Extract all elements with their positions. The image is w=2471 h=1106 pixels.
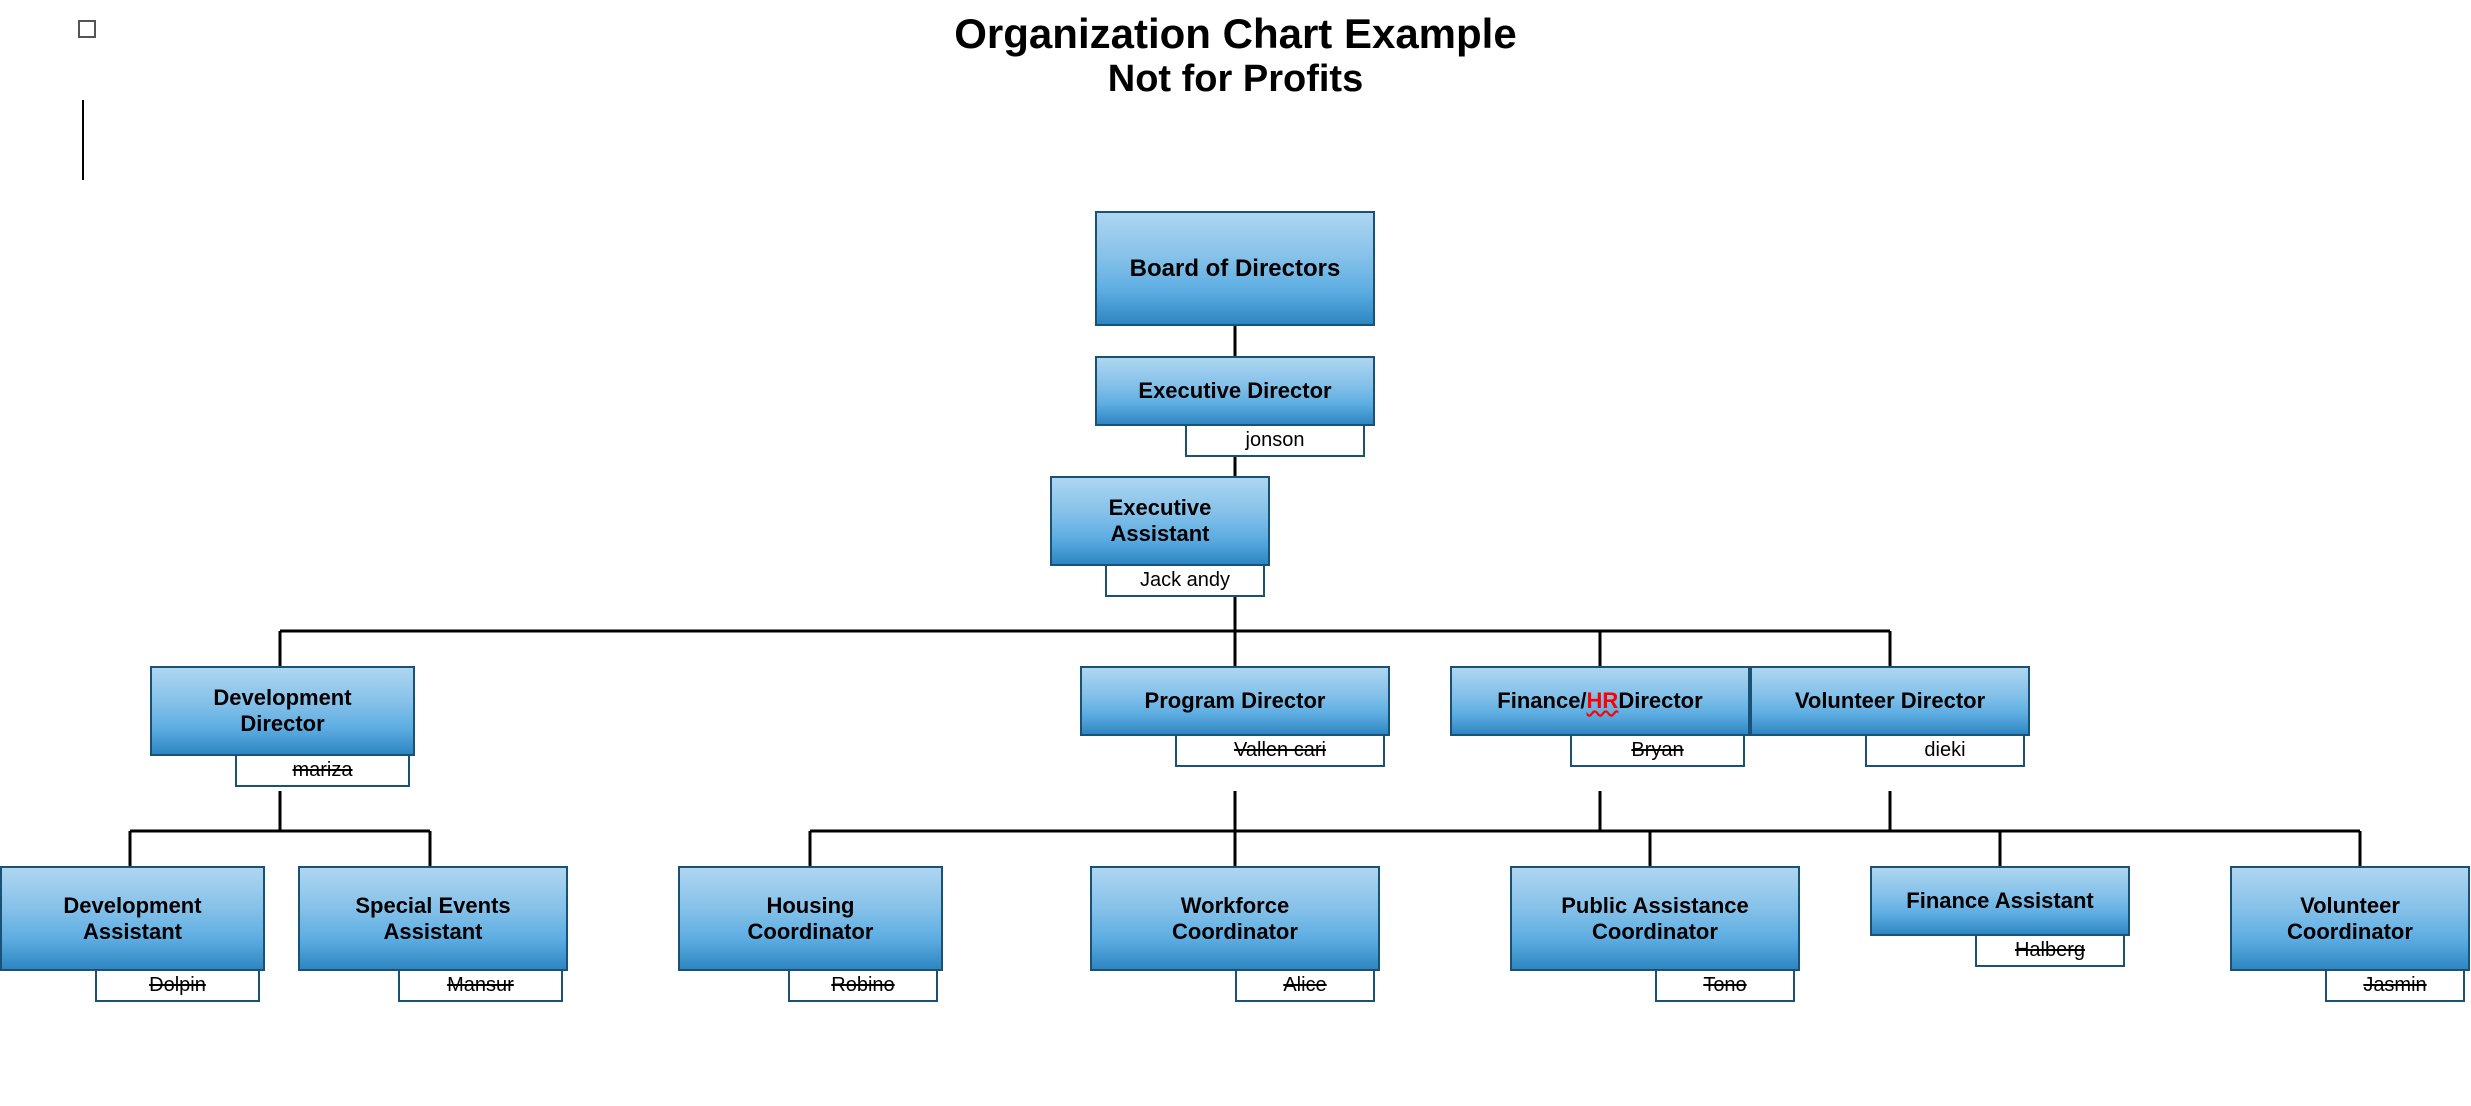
spec-events-box[interactable]: Special EventsAssistant [298,866,568,971]
exec-asst-name[interactable]: Jack andy [1105,564,1265,597]
exec-dir-label: Executive Director [1138,378,1331,404]
vol-coord-name[interactable]: Jasmin [2325,969,2465,1002]
vol-coord-box[interactable]: VolunteerCoordinator [2230,866,2470,971]
fin-dir-box[interactable]: Finance/HRDirector [1450,666,1750,736]
vol-dir-label: Volunteer Director [1795,688,1985,714]
spec-events-name[interactable]: Mansur [398,969,563,1002]
fin-dir-node: Finance/HRDirector Bryan [1450,666,1750,767]
workforce-node: WorkforceCoordinator Alice [1090,866,1380,1002]
board-box[interactable]: Board of Directors [1095,211,1375,326]
vol-dir-box[interactable]: Volunteer Director [1750,666,2030,736]
housing-name[interactable]: Robino [788,969,938,1002]
board-node: Board of Directors [1095,211,1375,326]
pub-asst-node: Public AssistanceCoordinator Tono [1510,866,1800,1002]
vol-coord-label: VolunteerCoordinator [2287,893,2413,945]
dev-asst-node: DevelopmentAssistant Dolpin [0,866,265,1002]
workforce-name[interactable]: Alice [1235,969,1375,1002]
spec-events-label: Special EventsAssistant [355,893,510,945]
exec-asst-label: ExecutiveAssistant [1109,495,1212,547]
prog-dir-name[interactable]: Vallen cari [1175,734,1385,767]
exec-dir-node: Executive Director jonson [1095,356,1375,457]
title-line1: Organization Chart Example [0,10,2471,58]
housing-label: HousingCoordinator [748,893,874,945]
workforce-label: WorkforceCoordinator [1172,893,1298,945]
prog-dir-node: Program Director Vallen cari [1080,666,1390,767]
housing-box[interactable]: HousingCoordinator [678,866,943,971]
dev-dir-node: DevelopmentDirector mariza [150,666,415,787]
prog-dir-label: Program Director [1145,688,1326,714]
checkbox[interactable] [78,20,96,38]
dev-asst-label: DevelopmentAssistant [63,893,201,945]
vol-coord-node: VolunteerCoordinator Jasmin [2230,866,2470,1002]
dev-dir-label: DevelopmentDirector [213,685,351,737]
exec-dir-box[interactable]: Executive Director [1095,356,1375,426]
pub-asst-label: Public AssistanceCoordinator [1561,893,1748,945]
dev-dir-name[interactable]: mariza [235,754,410,787]
exec-dir-name[interactable]: jonson [1185,424,1365,457]
fin-dir-label: Finance/HRDirector [1497,688,1702,714]
dev-asst-box[interactable]: DevelopmentAssistant [0,866,265,971]
dev-asst-name[interactable]: Dolpin [95,969,260,1002]
fin-dir-name[interactable]: Bryan [1570,734,1745,767]
page-title: Organization Chart Example Not for Profi… [0,10,2471,101]
workforce-box[interactable]: WorkforceCoordinator [1090,866,1380,971]
fin-asst-name[interactable]: Halberg [1975,934,2125,967]
pub-asst-name[interactable]: Tono [1655,969,1795,1002]
fin-asst-box[interactable]: Finance Assistant [1870,866,2130,936]
prog-dir-box[interactable]: Program Director [1080,666,1390,736]
spec-events-node: Special EventsAssistant Mansur [298,866,568,1002]
exec-asst-node: ExecutiveAssistant Jack andy [1050,476,1270,597]
exec-asst-box[interactable]: ExecutiveAssistant [1050,476,1270,566]
fin-asst-node: Finance Assistant Halberg [1870,866,2130,967]
vol-dir-node: Volunteer Director dieki [1750,666,2030,767]
org-chart: Board of Directors Executive Director jo… [0,121,2471,1101]
dev-dir-box[interactable]: DevelopmentDirector [150,666,415,756]
fin-asst-label: Finance Assistant [1906,888,2093,914]
pub-asst-box[interactable]: Public AssistanceCoordinator [1510,866,1800,971]
housing-node: HousingCoordinator Robino [678,866,943,1002]
vol-dir-name[interactable]: dieki [1865,734,2025,767]
title-line2: Not for Profits [0,58,2471,101]
board-label: Board of Directors [1130,255,1341,283]
